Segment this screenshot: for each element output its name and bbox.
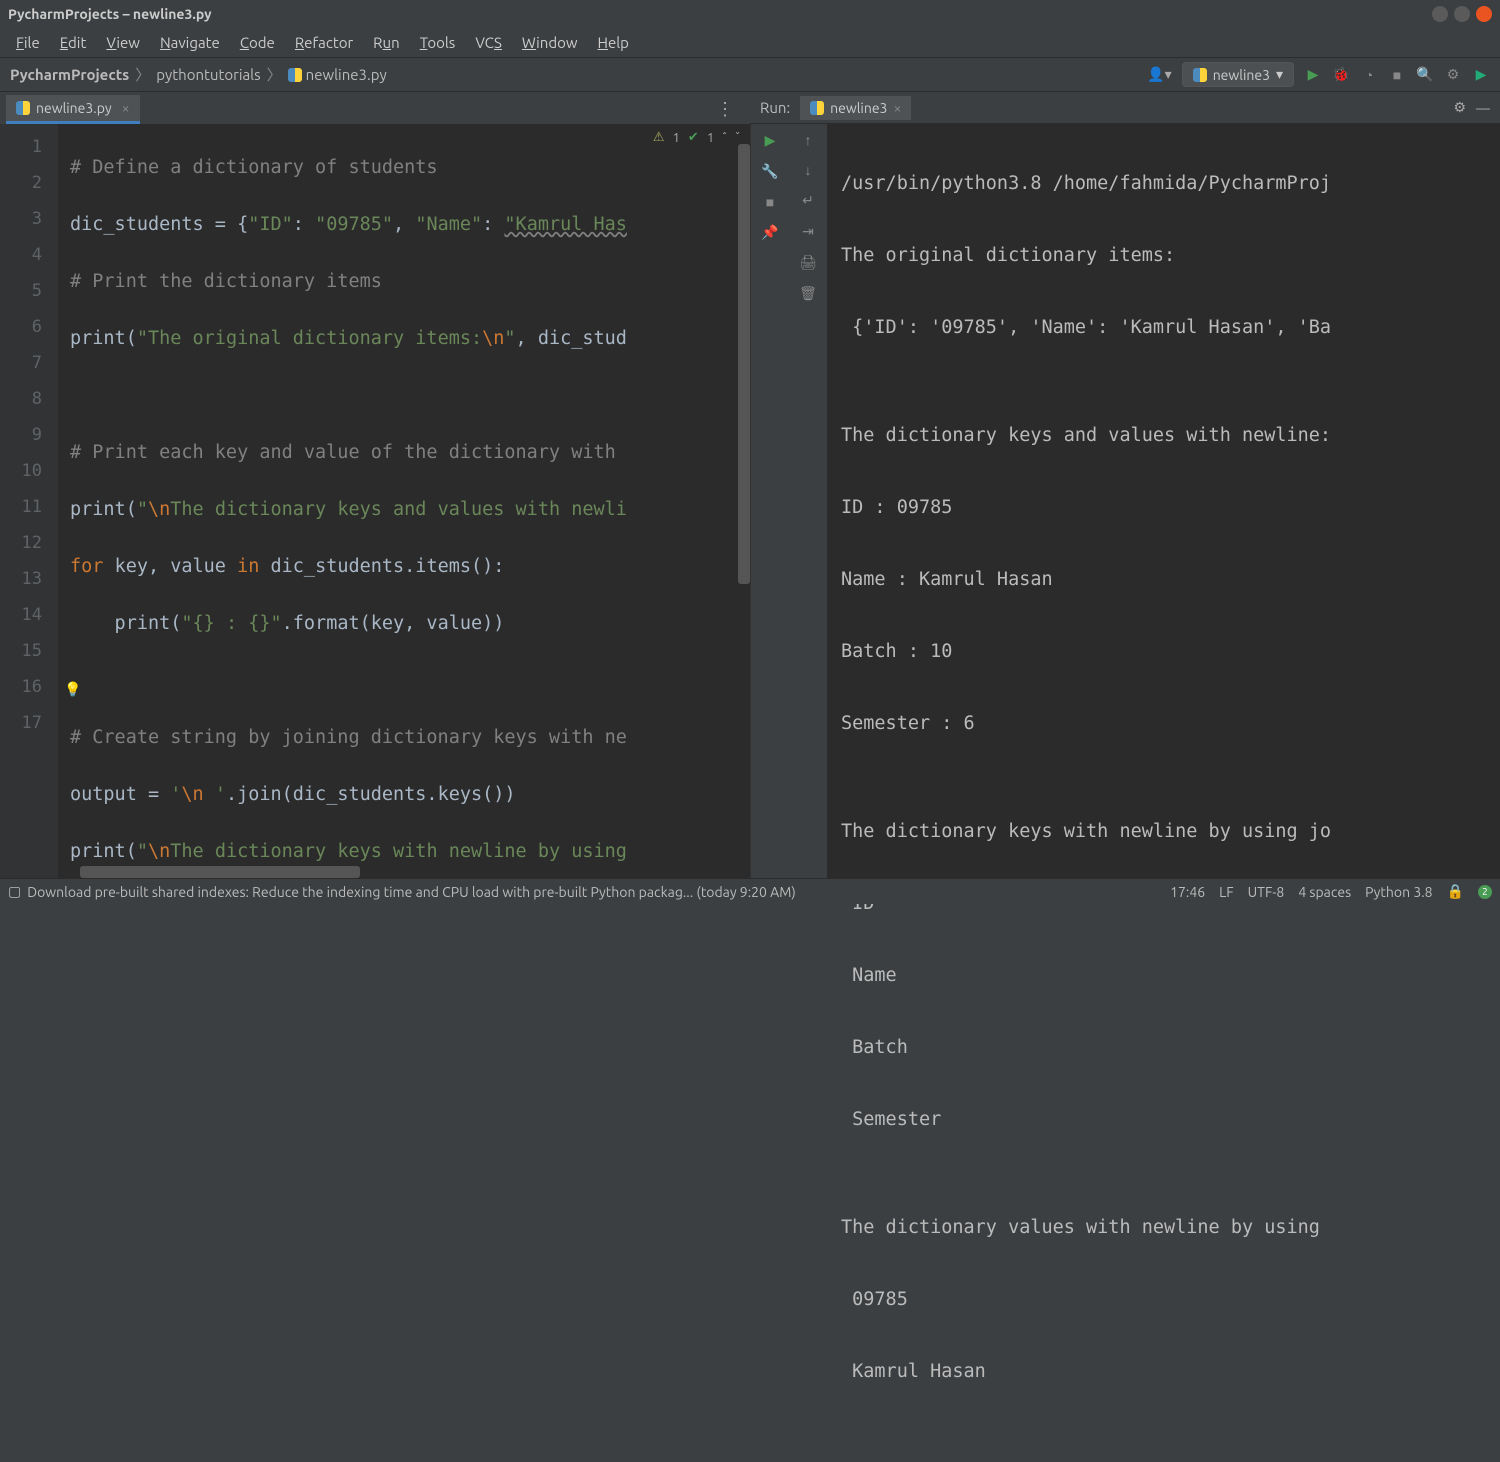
check-icon: ✔ xyxy=(688,130,699,145)
main-area: 1234567891011121314151617 # Define a dic… xyxy=(0,124,1500,878)
search-icon[interactable]: 🔍 xyxy=(1416,66,1434,84)
python-file-icon xyxy=(16,101,30,115)
debug-button[interactable]: 🐞 xyxy=(1332,66,1350,84)
stop-icon[interactable]: ■ xyxy=(766,194,774,210)
scroll-end-icon[interactable]: ⇥ xyxy=(802,223,814,240)
status-encoding[interactable]: UTF-8 xyxy=(1248,884,1285,900)
breadcrumb: PycharmProjects 〉 pythontutorials 〉 newl… xyxy=(10,64,387,85)
menu-code[interactable]: Code xyxy=(232,31,283,54)
status-line-ending[interactable]: LF xyxy=(1219,884,1234,900)
chevron-down-icon[interactable]: ˇ xyxy=(735,131,740,145)
run-body: ▶ 🔧 ■ 📌 ↑ ↓ ↵ ⇥ 🖨 🗑 /usr/bin/python3.8 /… xyxy=(751,124,1500,1462)
horizontal-scrollbar[interactable] xyxy=(80,866,360,878)
menu-navigate[interactable]: Navigate xyxy=(152,31,228,54)
status-interpreter[interactable]: Python 3.8 xyxy=(1365,884,1432,900)
console-output[interactable]: /usr/bin/python3.8 /home/fahmida/Pycharm… xyxy=(827,124,1500,1462)
close-icon[interactable] xyxy=(1476,6,1492,22)
menu-window[interactable]: Window xyxy=(514,31,586,54)
editor-tabs: newline3.py × ⋮ xyxy=(0,92,750,124)
down-icon[interactable]: ↓ xyxy=(805,162,812,178)
hide-icon[interactable]: — xyxy=(1476,100,1490,116)
run-panel-header: Run: newline3 × ⚙ — xyxy=(750,92,1500,124)
run-tab-label: newline3 xyxy=(830,100,887,116)
close-icon[interactable]: × xyxy=(122,100,130,116)
status-hide-icon[interactable]: ▢ xyxy=(8,883,21,900)
rerun-icon[interactable]: ▶ xyxy=(765,132,776,149)
code-area[interactable]: # Define a dictionary of students dic_st… xyxy=(58,124,750,878)
status-bar: ▢ Download pre-built shared indexes: Red… xyxy=(0,878,1500,904)
title-bar: PycharmProjects – newline3.py xyxy=(0,0,1500,28)
run-left-toolbar: ▶ 🔧 ■ 📌 xyxy=(751,124,789,1462)
menu-bar: File Edit View Navigate Code Refactor Ru… xyxy=(0,28,1500,58)
breadcrumb-file[interactable]: newline3.py xyxy=(306,66,387,83)
chevron-up-icon[interactable]: ˆ xyxy=(722,131,727,145)
stop-button[interactable]: ■ xyxy=(1388,66,1406,84)
run-config-selector[interactable]: newline3 ▾ xyxy=(1182,62,1294,87)
more-icon[interactable]: ▶ xyxy=(1472,66,1490,84)
menu-view[interactable]: View xyxy=(98,31,148,54)
code-editor[interactable]: 1234567891011121314151617 # Define a dic… xyxy=(0,124,750,878)
window-buttons xyxy=(1432,6,1492,22)
run-panel: ▶ 🔧 ■ 📌 ↑ ↓ ↵ ⇥ 🖨 🗑 /usr/bin/python3.8 /… xyxy=(750,124,1500,878)
maximize-icon[interactable] xyxy=(1454,6,1470,22)
status-message[interactable]: Download pre-built shared indexes: Reduc… xyxy=(27,884,796,900)
menu-edit[interactable]: Edit xyxy=(52,31,95,54)
pin-icon[interactable]: 📌 xyxy=(761,224,778,241)
intention-bulb-icon[interactable]: 💡 xyxy=(64,681,80,697)
status-time: 17:46 xyxy=(1170,884,1205,900)
run-panel-title: Run: xyxy=(760,99,790,116)
tab-newline3[interactable]: newline3.py × xyxy=(6,95,140,124)
notifications-badge[interactable]: 2 xyxy=(1478,885,1492,899)
gear-icon[interactable]: ⚙ xyxy=(1444,66,1462,84)
vertical-scrollbar[interactable] xyxy=(738,144,750,584)
minimize-icon[interactable] xyxy=(1432,6,1448,22)
gutter: 1234567891011121314151617 xyxy=(0,124,58,878)
tab-more-icon[interactable]: ⋮ xyxy=(706,95,744,124)
print-icon[interactable]: 🖨 xyxy=(799,254,817,271)
run-button[interactable]: ▶ xyxy=(1304,66,1322,84)
close-icon[interactable]: × xyxy=(893,100,901,116)
menu-vcs[interactable]: VCS xyxy=(467,31,510,54)
menu-refactor[interactable]: Refactor xyxy=(287,31,361,54)
chevron-right-icon: 〉 xyxy=(135,64,150,85)
python-file-icon xyxy=(288,68,302,82)
warning-icon: ⚠ xyxy=(653,130,665,145)
python-file-icon xyxy=(1193,68,1207,82)
status-indent[interactable]: 4 spaces xyxy=(1298,884,1351,900)
up-icon[interactable]: ↑ xyxy=(805,132,812,148)
breadcrumb-root[interactable]: PycharmProjects xyxy=(10,66,129,83)
toolbar: PycharmProjects 〉 pythontutorials 〉 newl… xyxy=(0,58,1500,92)
breadcrumb-folder[interactable]: pythontutorials xyxy=(156,66,260,83)
wrench-icon[interactable]: 🔧 xyxy=(761,163,778,180)
run-left-toolbar-2: ↑ ↓ ↵ ⇥ 🖨 🗑 xyxy=(789,124,827,1462)
trash-icon[interactable]: 🗑 xyxy=(799,285,817,302)
chevron-down-icon: ▾ xyxy=(1276,66,1283,83)
toolbar-right: 👤▾ newline3 ▾ ▶ 🐞 ◔ ■ 🔍 ⚙ ▶ xyxy=(1147,62,1490,87)
coverage-button[interactable]: ◔ xyxy=(1360,66,1378,84)
menu-help[interactable]: Help xyxy=(590,31,637,54)
tab-label: newline3.py xyxy=(36,100,112,116)
run-config-label: newline3 xyxy=(1213,67,1270,83)
menu-file[interactable]: File xyxy=(8,31,48,54)
run-tab[interactable]: newline3 × xyxy=(800,96,911,120)
menu-run[interactable]: Run xyxy=(365,31,408,54)
inspection-widget[interactable]: ⚠1 ✔1 ˆ ˇ xyxy=(653,130,740,145)
window-title: PycharmProjects – newline3.py xyxy=(8,6,212,22)
chevron-right-icon: 〉 xyxy=(267,64,282,85)
python-file-icon xyxy=(810,101,824,115)
lock-icon[interactable]: 🔒 xyxy=(1447,883,1464,900)
gear-icon[interactable]: ⚙ xyxy=(1453,99,1466,116)
soft-wrap-icon[interactable]: ↵ xyxy=(802,192,814,209)
add-user-icon[interactable]: 👤▾ xyxy=(1147,66,1171,83)
menu-tools[interactable]: Tools xyxy=(412,31,464,54)
